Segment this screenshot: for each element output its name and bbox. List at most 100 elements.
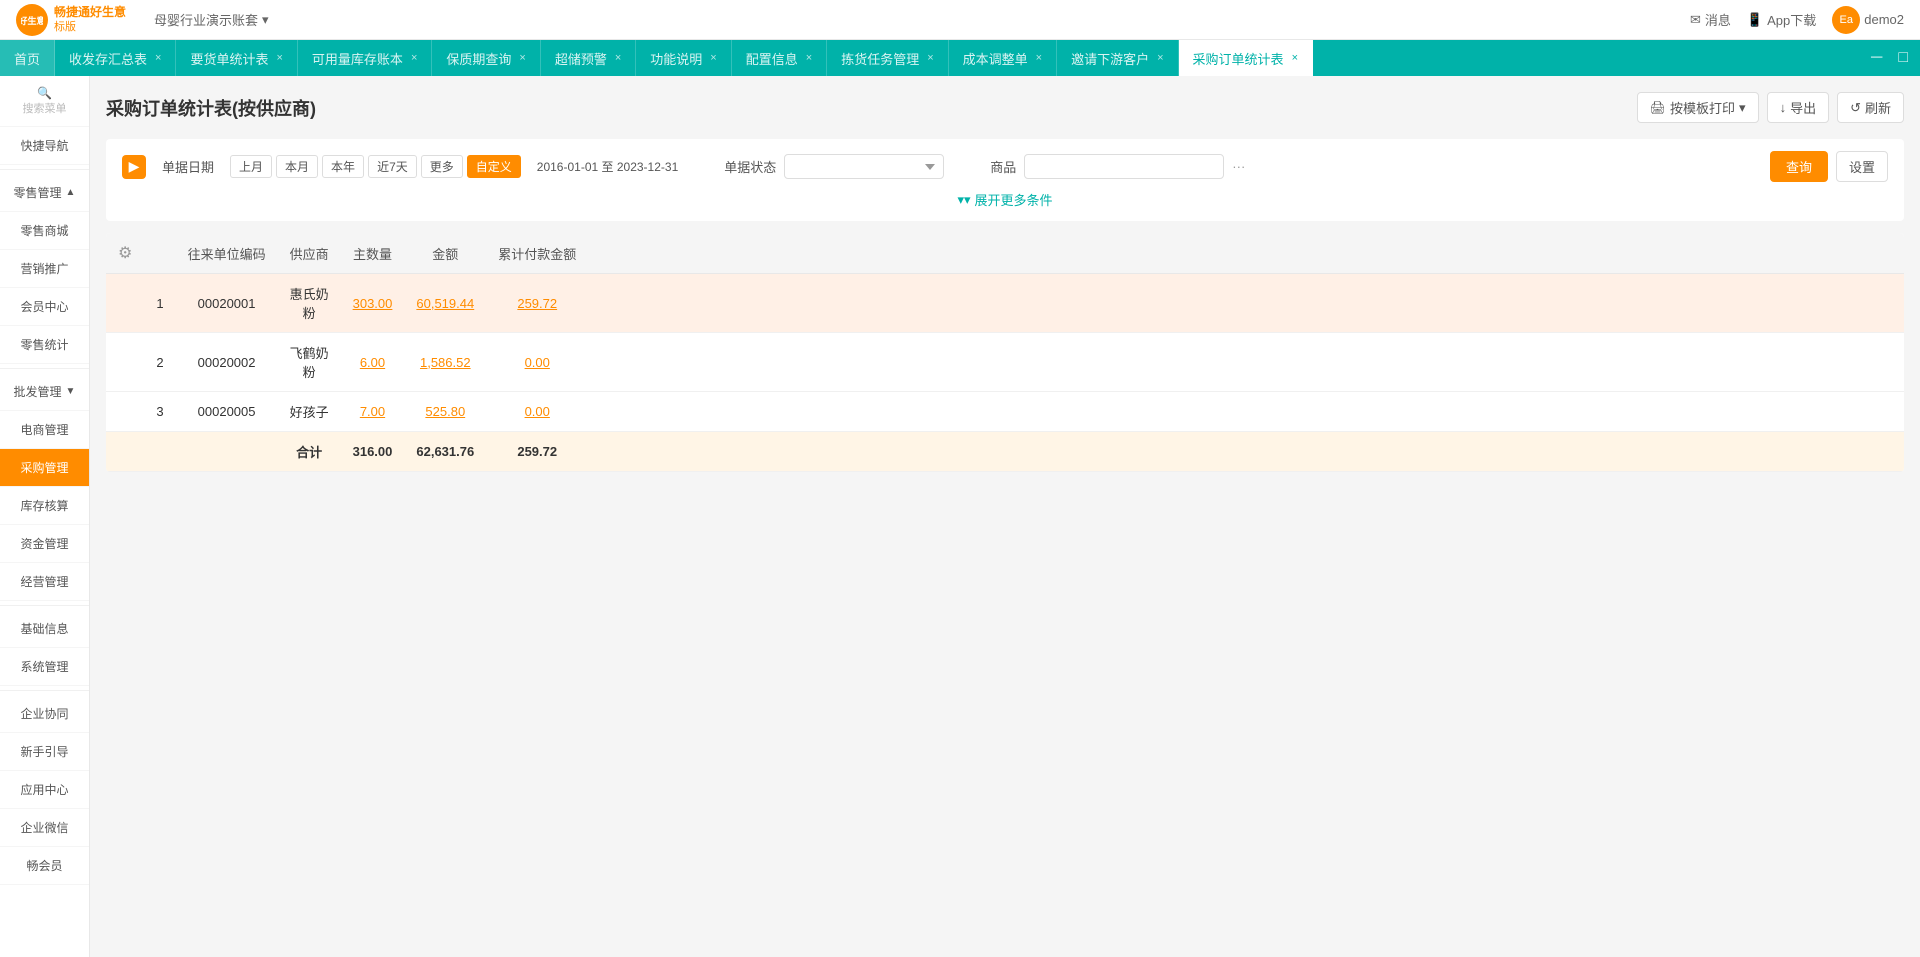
tab-invite-downstream-close[interactable]: × (1157, 52, 1163, 64)
tab-receive-summary[interactable]: 收发存汇总表 × (55, 40, 176, 76)
tab-overstock-alert[interactable]: 超储预警 × (541, 40, 636, 76)
tab-function-desc[interactable]: 功能说明 × (636, 40, 731, 76)
tab-home[interactable]: 首页 (0, 40, 55, 76)
tab-available-stock[interactable]: 可用量库存账本 × (298, 40, 432, 76)
app-download-btn[interactable]: 📱 App下载 (1747, 10, 1816, 29)
goods-filter-group: 商品 ··· (990, 154, 1245, 179)
row2-supplier: 飞鹤奶粉 (278, 333, 341, 392)
goods-filter-label: 商品 (990, 157, 1016, 176)
refresh-btn[interactable]: ↺ 刷新 (1837, 92, 1904, 123)
sidebar-search[interactable]: 🔍 搜索菜单 (0, 76, 89, 127)
tab-purchase-summary-close[interactable]: × (1292, 52, 1298, 64)
tab-config-info-close[interactable]: × (806, 52, 812, 64)
tab-home-label: 首页 (14, 49, 40, 68)
th-amount: 金额 (404, 233, 486, 274)
th-paid-amount: 累计付款金额 (486, 233, 588, 274)
sidebar-item-enterprise-wechat[interactable]: 企业微信 (0, 809, 89, 847)
logo-icon: 好生意 (16, 4, 48, 36)
sidebar-item-basic-info[interactable]: 基础信息 (0, 610, 89, 648)
sidebar-item-wholesale-mgmt[interactable]: 批发管理 ▼ (0, 373, 89, 411)
export-btn[interactable]: ↓ 导出 (1767, 92, 1830, 123)
tab-invite-downstream-label: 邀请下游客户 (1071, 49, 1149, 68)
goods-more-btn[interactable]: ··· (1232, 159, 1245, 174)
table-row[interactable]: 2 00020002 飞鹤奶粉 6.00 1,586.52 0.00 (106, 333, 1904, 392)
print-label: 按模板打印 (1670, 98, 1735, 117)
title-actions: 🖨 按模板打印 ▾ ↓ 导出 ↺ 刷新 (1637, 92, 1905, 123)
tab-function-desc-close[interactable]: × (710, 52, 716, 64)
nav-minimize-btn[interactable]: ─ (1867, 45, 1886, 71)
tab-config-info[interactable]: 配置信息 × (732, 40, 827, 76)
sidebar-quick-nav[interactable]: 快捷导航 (0, 127, 89, 165)
tab-cost-adjust-close[interactable]: × (1036, 52, 1042, 64)
download-icon: 📱 (1747, 12, 1763, 28)
message-btn[interactable]: ✉ 消息 (1690, 10, 1731, 29)
tab-picking-task[interactable]: 拣货任务管理 × (827, 40, 948, 76)
user-area[interactable]: Ea demo2 (1832, 6, 1904, 34)
status-filter-select[interactable] (784, 154, 944, 179)
date-btn-this-year[interactable]: 本年 (322, 155, 364, 178)
row1-settings (106, 274, 144, 333)
date-btn-7days[interactable]: 近7天 (368, 155, 417, 178)
table-header-row: ⚙ 往来单位编码 供应商 主数量 金额 累计付款金额 (106, 233, 1904, 274)
sidebar-item-operation-mgmt[interactable]: 经营管理 (0, 563, 89, 601)
tab-receive-summary-close[interactable]: × (155, 52, 161, 64)
tab-purchase-summary-label: 采购订单统计表 (1193, 49, 1284, 68)
refresh-label: 刷新 (1865, 98, 1891, 117)
tab-invite-downstream[interactable]: 邀请下游客户 × (1057, 40, 1178, 76)
tab-order-summary[interactable]: 要货单统计表 × (176, 40, 297, 76)
sidebar-item-new-guide[interactable]: 新手引导 (0, 733, 89, 771)
date-btn-custom[interactable]: 自定义 (467, 155, 521, 178)
table-row[interactable]: 3 00020005 好孩子 7.00 525.80 0.00 (106, 392, 1904, 432)
sidebar-item-member[interactable]: 畅会员 (0, 847, 89, 885)
date-quick-btns: 上月 本月 本年 近7天 更多 自定义 (230, 155, 521, 178)
table-body: 1 00020001 惠氏奶粉 303.00 60,519.44 259.72 … (106, 274, 1904, 432)
tab-cost-adjust[interactable]: 成本调整单 × (949, 40, 1057, 76)
tab-picking-task-close[interactable]: × (927, 52, 933, 64)
filter-toggle-btn[interactable]: ▶ (122, 155, 146, 179)
top-bar-left: 好生意 畅捷通好生意 标版 母婴行业演示账套 ▾ (16, 4, 269, 36)
row3-main-qty: 7.00 (341, 392, 405, 432)
sidebar-item-ecommerce-mgmt[interactable]: 电商管理 (0, 411, 89, 449)
settings-btn[interactable]: 设置 (1836, 151, 1888, 182)
table-row[interactable]: 1 00020001 惠氏奶粉 303.00 60,519.44 259.72 (106, 274, 1904, 333)
print-btn[interactable]: 🖨 按模板打印 ▾ (1637, 92, 1759, 123)
goods-filter-input[interactable] (1024, 154, 1224, 179)
tab-expiry-query[interactable]: 保质期查询 × (432, 40, 540, 76)
sidebar-item-app-center[interactable]: 应用中心 (0, 771, 89, 809)
sidebar-item-retail-mgmt[interactable]: 零售管理 ▲ (0, 174, 89, 212)
tab-expiry-query-close[interactable]: × (519, 52, 525, 64)
query-btn[interactable]: 查询 (1770, 151, 1828, 182)
tab-purchase-summary[interactable]: 采购订单统计表 × (1179, 40, 1313, 76)
date-btn-last-month[interactable]: 上月 (230, 155, 272, 178)
workspace-selector[interactable]: 母婴行业演示账套 ▾ (154, 10, 269, 29)
date-btn-this-month[interactable]: 本月 (276, 155, 318, 178)
sidebar-item-system-mgmt[interactable]: 系统管理 (0, 648, 89, 686)
print-dropdown-icon: ▾ (1739, 100, 1746, 116)
row2-settings (106, 333, 144, 392)
sidebar-item-system-mgmt-label: 系统管理 (20, 660, 68, 674)
sidebar-item-retail-stats-label: 零售统计 (20, 338, 68, 352)
tab-available-stock-close[interactable]: × (411, 52, 417, 64)
sidebar-item-retail-shop[interactable]: 零售商城 (0, 212, 89, 250)
tab-overstock-alert-close[interactable]: × (615, 52, 621, 64)
row1-seq: 1 (144, 274, 175, 333)
column-settings-icon[interactable]: ⚙ (118, 245, 132, 262)
sidebar-item-retail-mgmt-label: 零售管理 (14, 184, 62, 201)
nav-maximize-btn[interactable]: □ (1894, 45, 1912, 71)
sidebar-item-purchase-mgmt-label: 采购管理 (20, 461, 68, 475)
row3-seq: 3 (144, 392, 175, 432)
sidebar-item-finance-mgmt[interactable]: 资金管理 (0, 525, 89, 563)
tab-order-summary-close[interactable]: × (276, 52, 282, 64)
date-btn-more[interactable]: 更多 (421, 155, 463, 178)
sidebar-item-retail-stats[interactable]: 零售统计 (0, 326, 89, 364)
row2-seq: 2 (144, 333, 175, 392)
sidebar-item-marketing[interactable]: 营销推广 (0, 250, 89, 288)
sidebar-item-purchase-mgmt[interactable]: 采购管理 (0, 449, 89, 487)
sidebar-item-member-center[interactable]: 会员中心 (0, 288, 89, 326)
sidebar-item-enterprise-collab[interactable]: 企业协同 (0, 695, 89, 733)
expand-more-btn[interactable]: ▾▾ 展开更多条件 (122, 190, 1888, 209)
sidebar-item-inventory-check[interactable]: 库存核算 (0, 487, 89, 525)
row3-spacer (588, 392, 1904, 432)
filter-actions: 查询 设置 (1770, 151, 1888, 182)
sidebar-search-label: 搜索菜单 (8, 100, 81, 116)
